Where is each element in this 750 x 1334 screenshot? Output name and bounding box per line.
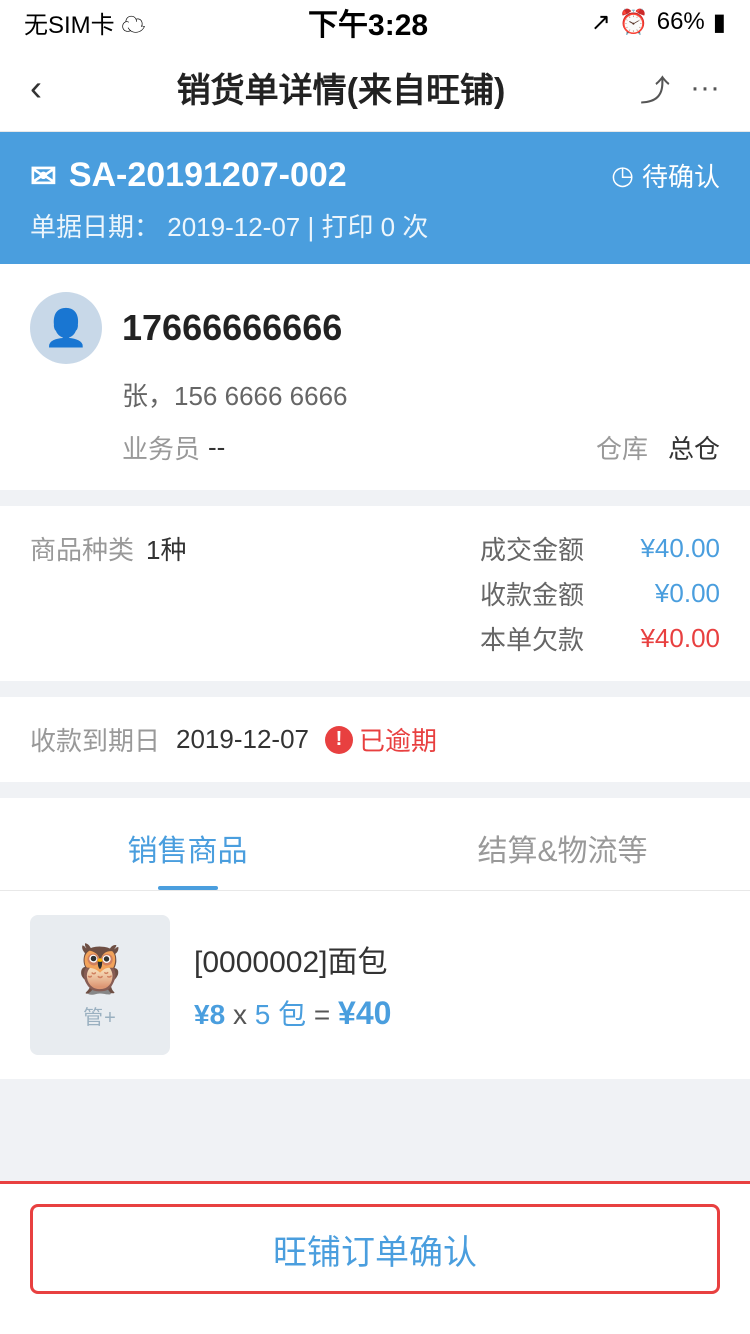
warehouse-value: 总仓 bbox=[668, 429, 720, 466]
deal-amount-line: 成交金额 ¥40.00 bbox=[480, 530, 720, 567]
order-status-badge: ◷ 待确认 bbox=[611, 157, 720, 194]
share-icon[interactable]: ⤴ bbox=[640, 66, 670, 110]
customer-avatar: 👤 bbox=[30, 292, 102, 364]
nav-bar: ‹ 销货单详情(来自旺铺) ⤴ ··· bbox=[0, 44, 750, 132]
back-button[interactable]: ‹ bbox=[30, 67, 42, 109]
page-title: 销货单详情(来自旺铺) bbox=[177, 63, 506, 112]
product-item: 🦉 管+ [0000002]面包 ¥8 x 5 包 = ¥40 bbox=[30, 915, 720, 1055]
owed-amount-label: 本单欠款 bbox=[480, 620, 584, 657]
due-date-section: 收款到期日 2019-12-07 ! 已逾期 bbox=[0, 697, 750, 782]
deal-amount-value: ¥40.00 bbox=[600, 533, 720, 564]
overdue-icon: ! bbox=[325, 726, 353, 754]
receipt-amount-line: 收款金额 ¥0.00 bbox=[480, 575, 720, 612]
status-time: 下午3:28 bbox=[308, 0, 428, 44]
status-bar: 无SIM卡 ☁ 下午3:28 ↗ ⏰ 66% ▮ bbox=[0, 0, 750, 44]
warehouse-label: 仓库 bbox=[596, 429, 648, 466]
customer-phone: 17666666666 bbox=[122, 307, 342, 349]
status-left: 无SIM卡 ☁ bbox=[24, 5, 145, 40]
sim-status: 无SIM卡 ☁ bbox=[24, 5, 145, 40]
amounts-section: 商品种类 1种 成交金额 ¥40.00 收款金额 ¥0.00 本单欠款 ¥40.… bbox=[0, 506, 750, 681]
owed-amount-line: 本单欠款 ¥40.00 bbox=[480, 620, 720, 657]
product-total: ¥40 bbox=[338, 995, 391, 1031]
tab-sales[interactable]: 销售商品 bbox=[0, 798, 375, 890]
product-thumb-brand: 管+ bbox=[83, 1001, 117, 1030]
order-id-text: SA-20191207-002 bbox=[69, 156, 347, 195]
sales-value: -- bbox=[208, 432, 225, 463]
customer-section: 👤 17666666666 张，156 6666 6666 业务员 -- 仓库 … bbox=[0, 264, 750, 490]
more-icon[interactable]: ··· bbox=[690, 71, 720, 105]
goods-type-label: 商品种类 bbox=[30, 530, 134, 567]
due-label: 收款到期日 bbox=[30, 721, 160, 758]
order-icon: ✉ bbox=[30, 157, 57, 195]
order-id: ✉ SA-20191207-002 bbox=[30, 156, 347, 195]
location-icon: ↗ bbox=[591, 8, 611, 37]
confirm-order-button[interactable]: 旺铺订单确认 bbox=[30, 1204, 720, 1294]
confirm-button-label: 旺铺订单确认 bbox=[273, 1225, 477, 1274]
order-date-label: 单据日期： bbox=[30, 212, 160, 242]
status-text: 待确认 bbox=[642, 157, 720, 194]
product-thumbnail: 🦉 管+ bbox=[30, 915, 170, 1055]
nav-right: ⤴ ··· bbox=[640, 66, 720, 110]
product-list: 🦉 管+ [0000002]面包 ¥8 x 5 包 = ¥40 bbox=[0, 891, 750, 1079]
product-unit: 包 bbox=[278, 999, 306, 1030]
order-print-info: | 打印 0 次 bbox=[307, 212, 428, 242]
deal-amount-label: 成交金额 bbox=[480, 530, 584, 567]
product-info: [0000002]面包 ¥8 x 5 包 = ¥40 bbox=[194, 937, 720, 1033]
product-price-line: ¥8 x 5 包 = ¥40 bbox=[194, 993, 720, 1033]
product-name: [0000002]面包 bbox=[194, 937, 720, 981]
bottom-bar: 旺铺订单确认 bbox=[0, 1181, 750, 1334]
order-header-card: ✉ SA-20191207-002 ◷ 待确认 单据日期： 2019-12-07… bbox=[0, 132, 750, 264]
avatar-icon: 👤 bbox=[44, 307, 89, 349]
battery-icon: ▮ bbox=[713, 8, 726, 37]
product-thumb-icon: 🦉 bbox=[70, 940, 130, 997]
product-price: ¥8 bbox=[194, 999, 225, 1030]
battery-status: 66% bbox=[657, 8, 705, 36]
goods-type-info: 商品种类 1种 bbox=[30, 530, 186, 567]
tabs-section: 销售商品 结算&物流等 🦉 管+ [0000002]面包 ¥8 x 5 包 bbox=[0, 798, 750, 1079]
owed-amount-value: ¥40.00 bbox=[600, 623, 720, 654]
equals-sign: = bbox=[314, 999, 338, 1030]
order-date: 2019-12-07 bbox=[167, 212, 300, 242]
status-clock-icon: ◷ bbox=[611, 160, 634, 191]
price-separator: x bbox=[233, 999, 255, 1030]
overdue-badge: ! 已逾期 bbox=[325, 721, 437, 758]
due-date: 2019-12-07 bbox=[176, 724, 309, 755]
sales-label: 业务员 bbox=[122, 429, 200, 466]
tabs-header: 销售商品 结算&物流等 bbox=[0, 798, 750, 891]
goods-type-value: 1种 bbox=[146, 530, 186, 567]
receipt-amount-label: 收款金额 bbox=[480, 575, 584, 612]
product-qty: 5 bbox=[255, 999, 271, 1030]
customer-name: 张，156 6666 6666 bbox=[122, 376, 720, 413]
receipt-amount-value: ¥0.00 bbox=[600, 578, 720, 609]
tab-settlement-label: 结算&物流等 bbox=[477, 835, 647, 868]
amounts-right: 成交金额 ¥40.00 收款金额 ¥0.00 本单欠款 ¥40.00 bbox=[480, 530, 720, 657]
customer-meta: 业务员 -- 仓库 总仓 bbox=[122, 429, 720, 466]
order-meta: 单据日期： 2019-12-07 | 打印 0 次 bbox=[30, 207, 720, 244]
nav-left: ‹ bbox=[30, 67, 42, 109]
status-right: ↗ ⏰ 66% ▮ bbox=[591, 8, 726, 37]
tab-sales-label: 销售商品 bbox=[128, 835, 248, 868]
alarm-icon: ⏰ bbox=[619, 8, 649, 37]
overdue-text: 已逾期 bbox=[359, 721, 437, 758]
tab-settlement[interactable]: 结算&物流等 bbox=[375, 798, 750, 890]
